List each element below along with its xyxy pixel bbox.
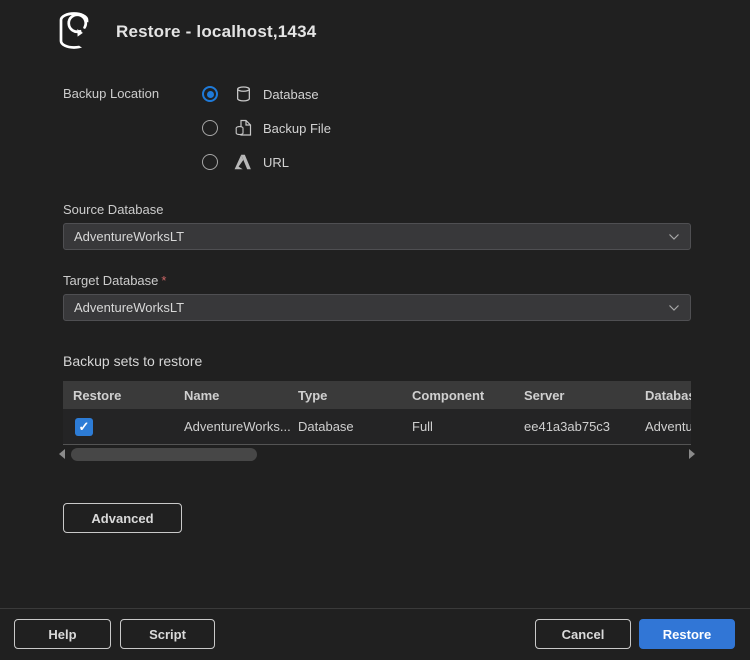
required-asterisk: *: [161, 273, 166, 288]
restore-button[interactable]: Restore: [639, 619, 735, 649]
column-header-database: Database: [645, 388, 691, 403]
radio-button-url[interactable]: [202, 154, 218, 170]
cell-name: AdventureWorks...: [184, 419, 298, 434]
cancel-button[interactable]: Cancel: [535, 619, 631, 649]
table-row: ✓ AdventureWorks... Database Full ee41a3…: [63, 409, 691, 444]
check-icon: ✓: [79, 419, 90, 435]
cell-type: Database: [298, 419, 412, 434]
dialog-header: Restore - localhost,1434: [0, 0, 750, 56]
target-database-select[interactable]: AdventureWorksLT: [63, 294, 691, 321]
restore-dialog: Restore - localhost,1434 Backup Location…: [0, 0, 750, 533]
radio-label-url: URL: [263, 155, 289, 170]
source-database-value: AdventureWorksLT: [74, 229, 668, 244]
scroll-left-arrow-icon: [59, 449, 65, 459]
column-header-server: Server: [524, 388, 645, 403]
backup-location-radio-group: Database Backup File: [202, 77, 331, 179]
target-database-value: AdventureWorksLT: [74, 300, 668, 315]
advanced-button[interactable]: Advanced: [63, 503, 182, 533]
backup-sets-label: Backup sets to restore: [63, 353, 691, 369]
cell-component: Full: [412, 419, 524, 434]
script-button[interactable]: Script: [120, 619, 215, 649]
radio-label-database: Database: [263, 87, 319, 102]
dialog-footer: Help Script Cancel Restore: [0, 608, 750, 660]
scroll-right-button[interactable]: [687, 447, 697, 461]
horizontal-scrollbar[interactable]: [57, 447, 697, 461]
radio-label-backup-file: Backup File: [263, 121, 331, 136]
chevron-down-icon: [668, 229, 680, 244]
column-header-component: Component: [412, 388, 524, 403]
help-button[interactable]: Help: [14, 619, 111, 649]
column-header-name: Name: [184, 388, 298, 403]
chevron-down-icon: [668, 300, 680, 315]
source-database-select[interactable]: AdventureWorksLT: [63, 223, 691, 250]
scroll-right-arrow-icon: [689, 449, 695, 459]
scrollbar-thumb[interactable]: [71, 448, 257, 461]
backup-location-label: Backup Location: [63, 77, 202, 179]
restore-database-icon: [57, 10, 103, 54]
column-header-type: Type: [298, 388, 412, 403]
table-header-row: Restore Name Type Component Server Datab…: [63, 381, 691, 409]
backup-file-icon: [233, 119, 253, 137]
azure-icon: [233, 154, 253, 170]
radio-button-backup-file[interactable]: [202, 120, 218, 136]
radio-option-url[interactable]: URL: [202, 145, 331, 179]
scroll-left-button[interactable]: [57, 447, 67, 461]
source-database-label: Source Database: [63, 202, 691, 217]
radio-button-database[interactable]: [202, 86, 218, 102]
column-header-restore: Restore: [73, 388, 184, 403]
target-database-label: Target Database*: [63, 273, 691, 288]
cell-server: ee41a3ab75c3: [524, 419, 645, 434]
database-icon: [233, 85, 253, 103]
page-title: Restore - localhost,1434: [116, 22, 316, 42]
cell-database: AdventureWorksLT: [645, 419, 691, 434]
radio-option-database[interactable]: Database: [202, 77, 331, 111]
backup-sets-table: Restore Name Type Component Server Datab…: [63, 381, 691, 445]
restore-checkbox[interactable]: ✓: [75, 418, 93, 436]
scrollbar-track[interactable]: [67, 447, 687, 461]
radio-option-backup-file[interactable]: Backup File: [202, 111, 331, 145]
